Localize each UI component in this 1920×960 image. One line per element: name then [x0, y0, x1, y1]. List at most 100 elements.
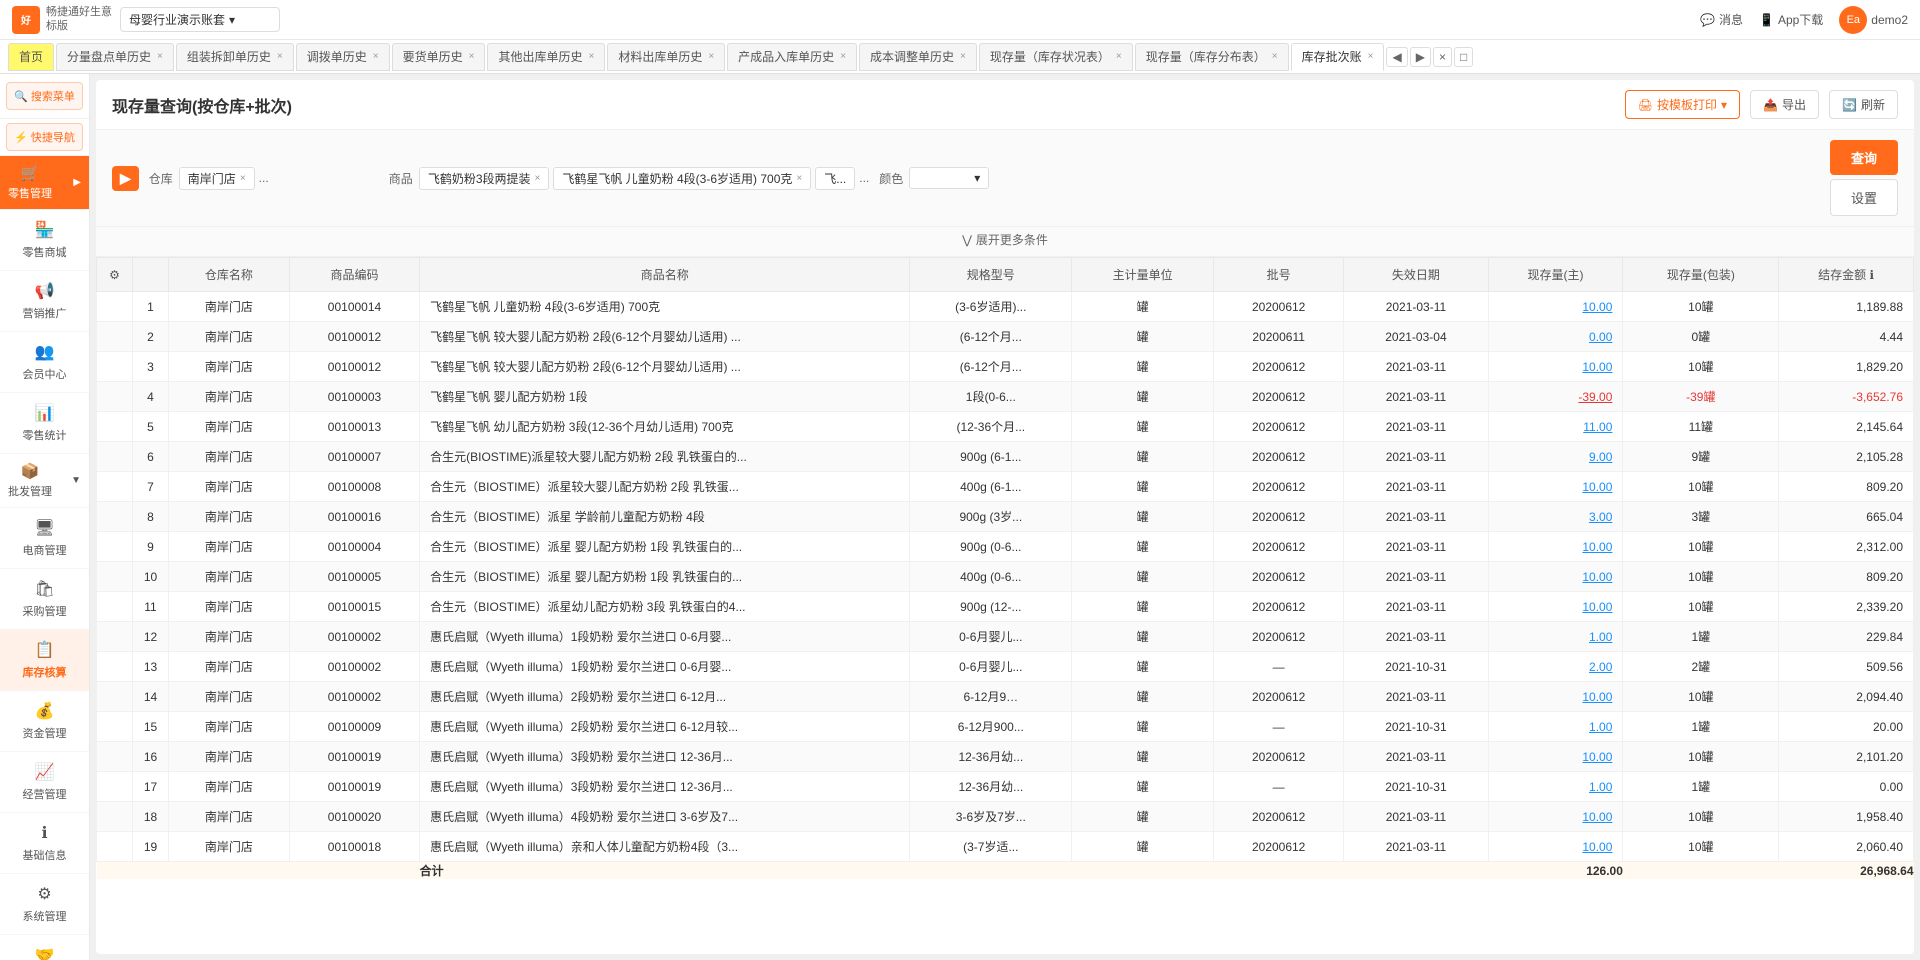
tab-close-icon[interactable]: ×: [373, 51, 379, 62]
tab-cailiaochuku[interactable]: 材料出库单历史 ×: [607, 43, 725, 71]
cell-qty-main[interactable]: 10.00: [1488, 592, 1623, 622]
cell-unit: 罐: [1072, 412, 1214, 442]
cell-qty-main[interactable]: 3.00: [1488, 502, 1623, 532]
tab-close-icon[interactable]: ×: [277, 51, 283, 62]
sidebar-item-purchase[interactable]: 🛍 采购管理: [0, 569, 89, 630]
tab-nav-next[interactable]: ▶: [1410, 47, 1431, 67]
cell-check: [97, 592, 133, 622]
message-btn[interactable]: 💬 消息: [1700, 11, 1743, 28]
remove-product-tag1[interactable]: ×: [535, 173, 541, 184]
tab-close-current[interactable]: ×: [1433, 47, 1452, 67]
cell-qty-main[interactable]: 10.00: [1488, 742, 1623, 772]
tab-qitachuku[interactable]: 其他出库单历史 ×: [487, 43, 605, 71]
refresh-btn[interactable]: 🔄 刷新: [1829, 90, 1898, 119]
cell-expire: 2021-03-11: [1344, 622, 1488, 652]
cell-qty-main[interactable]: 11.00: [1488, 412, 1623, 442]
tab-close-icon[interactable]: ×: [469, 51, 475, 62]
sidebar-item-wholesale[interactable]: 📦 批发管理 ▼: [0, 454, 89, 508]
settings-icon[interactable]: ⚙: [109, 268, 120, 282]
tab-fenliangpandian[interactable]: 分量盘点单历史 ×: [56, 43, 174, 71]
sidebar-item-operations[interactable]: 📈 经营管理: [0, 752, 89, 813]
warehouse-more-dots[interactable]: ...: [259, 171, 269, 185]
warehouse-filter-label: 仓库: [149, 170, 173, 187]
cell-qty-main[interactable]: 10.00: [1488, 562, 1623, 592]
cell-qty-main[interactable]: 10.00: [1488, 802, 1623, 832]
tab-nav-prev[interactable]: ◀: [1386, 47, 1407, 67]
tab-close-icon[interactable]: ×: [708, 51, 714, 62]
cell-unit: 罐: [1072, 712, 1214, 742]
sidebar-item-ecommerce[interactable]: 🖥 电商管理: [0, 508, 89, 569]
warehouse-tag[interactable]: 南岸门店 ×: [179, 167, 255, 190]
cell-qty-main[interactable]: 10.00: [1488, 832, 1623, 862]
cell-qty-main[interactable]: 1.00: [1488, 772, 1623, 802]
setting-btn[interactable]: 设置: [1830, 179, 1898, 216]
cell-qty-main[interactable]: 2.00: [1488, 652, 1623, 682]
sidebar-item-inventory[interactable]: 📋 库存核算: [0, 630, 89, 691]
cell-qty-main[interactable]: 9.00: [1488, 442, 1623, 472]
tab-close-icon[interactable]: ×: [1116, 51, 1122, 62]
sidebar-item-member[interactable]: 👥 会员中心: [0, 332, 89, 393]
sidebar-item-marketing[interactable]: 📢 营销推广: [0, 271, 89, 332]
tab-xiancunliang-status[interactable]: 现存量（库存状况表） ×: [979, 43, 1133, 71]
product-tag-1[interactable]: 飞鹤奶粉3段两提装 ×: [419, 167, 550, 190]
tab-close-icon[interactable]: ×: [1368, 51, 1374, 62]
expand-more-btn[interactable]: ⋁ 展开更多条件: [962, 231, 1048, 248]
export-btn[interactable]: 📤 导出: [1750, 90, 1819, 119]
remove-warehouse-tag[interactable]: ×: [240, 173, 246, 184]
cell-amount: 809.20: [1779, 562, 1914, 592]
sidebar-item-retail-stats[interactable]: 📊 零售统计: [0, 393, 89, 454]
sidebar-item-basic-info[interactable]: ℹ 基础信息: [0, 813, 89, 874]
cell-unit: 罐: [1072, 292, 1214, 322]
account-dropdown[interactable]: 母婴行业演示账套 ▾: [120, 7, 280, 32]
tab-diaobodanhistory[interactable]: 调拨单历史 ×: [296, 43, 390, 71]
cell-qty-main[interactable]: 10.00: [1488, 682, 1623, 712]
color-select[interactable]: ▾: [909, 167, 989, 189]
cell-qty-main[interactable]: 10.00: [1488, 532, 1623, 562]
product-tag-3[interactable]: 飞...: [815, 167, 855, 190]
print-btn[interactable]: 🖨 按模板打印 ▾: [1625, 90, 1740, 119]
cell-qty-main[interactable]: 10.00: [1488, 472, 1623, 502]
cell-qty-main[interactable]: 0.00: [1488, 322, 1623, 352]
remove-product-tag2[interactable]: ×: [796, 173, 802, 184]
cell-qty-main[interactable]: 10.00: [1488, 352, 1623, 382]
user-area[interactable]: Ea demo2: [1839, 6, 1908, 34]
tab-chanchengruku[interactable]: 产成品入库单历史 ×: [727, 43, 857, 71]
app-download-btn[interactable]: 📱 App下载: [1759, 11, 1823, 28]
cell-qty-main[interactable]: 1.00: [1488, 622, 1623, 652]
tab-xiancunliang-dist[interactable]: 现存量（库存分布表） ×: [1135, 43, 1289, 71]
tab-bar: 首页 分量盘点单历史 × 组装拆卸单历史 × 调拨单历史 × 要货单历史 × 其…: [0, 40, 1920, 74]
sidebar-item-finance[interactable]: 💰 资金管理: [0, 691, 89, 752]
tab-fullscreen[interactable]: □: [1454, 47, 1473, 67]
col-settings[interactable]: ⚙: [97, 258, 133, 292]
tab-close-icon[interactable]: ×: [960, 51, 966, 62]
table-container[interactable]: ⚙ 仓库名称 商品编码 商品名称 规格型号 主计量单位 批号 失效日期 现存量(…: [96, 257, 1914, 954]
tab-close-icon[interactable]: ×: [840, 51, 846, 62]
product-tag-2[interactable]: 飞鹤星飞帆 儿童奶粉 4段(3-6岁适用) 700克 ×: [553, 167, 811, 190]
cell-code: 00100008: [289, 472, 419, 502]
tab-close-icon[interactable]: ×: [1272, 51, 1278, 62]
sidebar-item-retail-mall[interactable]: 🏪 零售商城: [0, 210, 89, 271]
sidebar-item-system[interactable]: ⚙ 系统管理: [0, 874, 89, 935]
wholesale-icon: 📦: [21, 462, 40, 480]
search-menu-btn[interactable]: 🔍 搜索菜单: [6, 82, 83, 110]
cell-qty-main[interactable]: 10.00: [1488, 292, 1623, 322]
sidebar-item-collab[interactable]: 🤝 企业协同: [0, 935, 89, 960]
tab-close-icon[interactable]: ×: [157, 51, 163, 62]
tab-kucun-batch[interactable]: 库存批次账 ×: [1291, 43, 1385, 71]
cell-name: 惠氏启赋（Wyeth illuma）亲和人体儿童配方奶粉4段（3...: [420, 832, 910, 862]
cell-qty-main[interactable]: 1.00: [1488, 712, 1623, 742]
cell-index: 10: [133, 562, 169, 592]
sidebar-item-retail-mgmt[interactable]: 🛒 零售管理 ▶: [0, 156, 89, 210]
tab-zuzhuangchaijian[interactable]: 组装拆卸单历史 ×: [176, 43, 294, 71]
query-btn[interactable]: 查询: [1830, 140, 1898, 175]
tab-home[interactable]: 首页: [8, 43, 54, 71]
quick-nav-btn[interactable]: ⚡ 快捷导航: [6, 123, 83, 151]
tab-chengbentiaozheng[interactable]: 成本调整单历史 ×: [859, 43, 977, 71]
logo-area: 好 畅捷通好生意 标版: [12, 6, 112, 34]
product-more-dots[interactable]: ...: [859, 171, 869, 185]
filter-toggle-btn[interactable]: ▶: [112, 166, 139, 191]
cell-code: 00100002: [289, 622, 419, 652]
tab-close-icon[interactable]: ×: [588, 51, 594, 62]
tab-yaohuo[interactable]: 要货单历史 ×: [392, 43, 486, 71]
cell-qty-main[interactable]: -39.00: [1488, 382, 1623, 412]
